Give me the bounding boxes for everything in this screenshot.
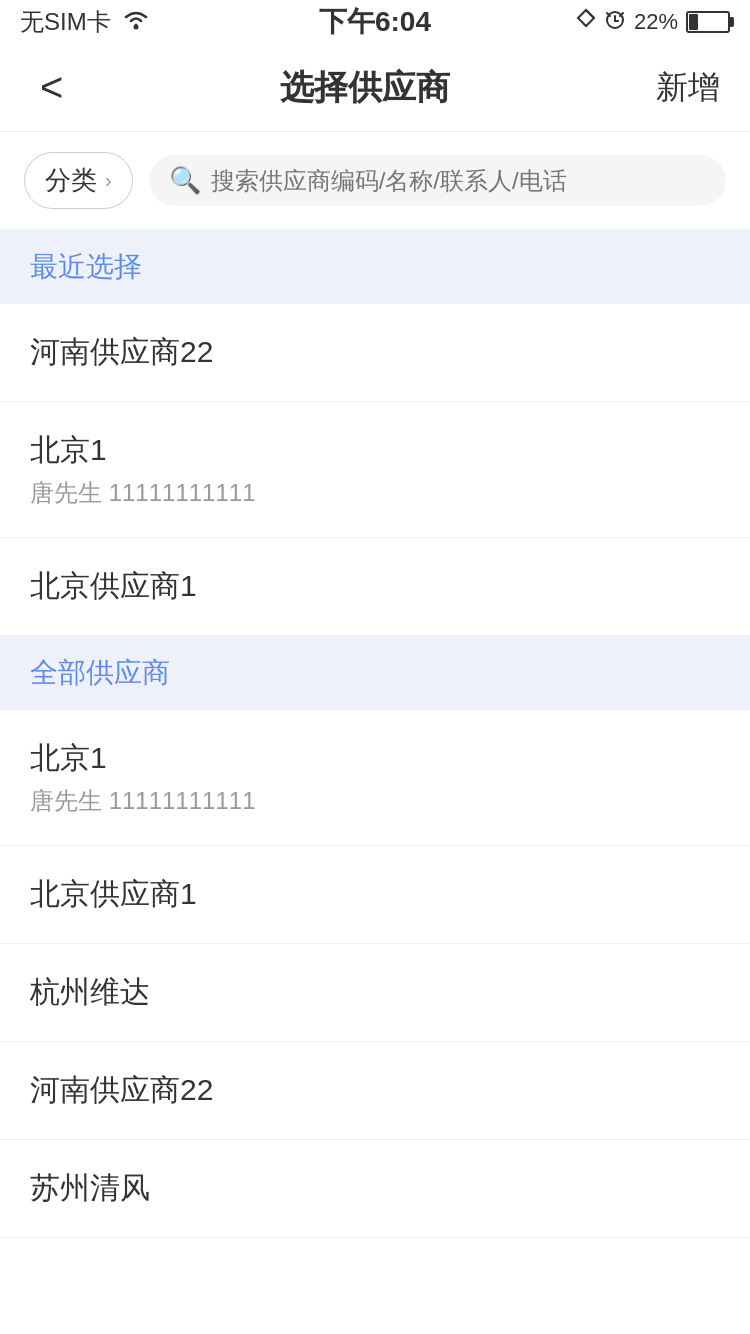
list-item[interactable]: 杭州维达 — [0, 944, 750, 1042]
item-name: 河南供应商22 — [30, 332, 720, 373]
all-list: 北京1 唐先生 11111111111 北京供应商1 杭州维达 河南供应商22 … — [0, 710, 750, 1238]
status-time: 下午6:04 — [319, 3, 431, 41]
nav-bar: < 选择供应商 新增 — [0, 44, 750, 132]
item-name: 杭州维达 — [30, 972, 720, 1013]
location-icon — [576, 8, 596, 36]
list-item[interactable]: 北京1 唐先生 11111111111 — [0, 710, 750, 846]
recent-section-title: 最近选择 — [30, 251, 142, 282]
list-item[interactable]: 北京1 唐先生 11111111111 — [0, 402, 750, 538]
category-button[interactable]: 分类 › — [24, 152, 133, 209]
carrier-text: 无SIM卡 — [20, 6, 111, 38]
item-contact: 唐先生 11111111111 — [30, 477, 720, 509]
item-name: 北京1 — [30, 738, 720, 779]
item-name: 北京1 — [30, 430, 720, 471]
status-bar: 无SIM卡 下午6:04 — [0, 0, 750, 44]
category-label: 分类 — [45, 163, 97, 198]
search-box: 🔍 — [149, 155, 726, 206]
all-section-header: 全部供应商 — [0, 636, 750, 710]
page-title: 选择供应商 — [280, 65, 450, 111]
battery-icon — [686, 11, 730, 33]
alarm-icon — [604, 8, 626, 36]
add-button[interactable]: 新增 — [656, 66, 720, 110]
list-item[interactable]: 河南供应商22 — [0, 304, 750, 402]
search-input[interactable] — [211, 167, 706, 195]
list-item[interactable]: 北京供应商1 — [0, 846, 750, 944]
back-button[interactable]: < — [30, 55, 73, 120]
wifi-icon — [121, 8, 151, 36]
item-name: 苏州清风 — [30, 1168, 720, 1209]
status-right: 22% — [576, 8, 730, 36]
recent-section-header: 最近选择 — [0, 230, 750, 304]
list-item[interactable]: 河南供应商22 — [0, 1042, 750, 1140]
status-left: 无SIM卡 — [20, 6, 151, 38]
search-icon: 🔍 — [169, 165, 201, 196]
recent-list: 河南供应商22 北京1 唐先生 11111111111 北京供应商1 — [0, 304, 750, 636]
item-name: 北京供应商1 — [30, 566, 720, 607]
list-item[interactable]: 苏州清风 — [0, 1140, 750, 1238]
item-name: 北京供应商1 — [30, 874, 720, 915]
svg-point-0 — [133, 25, 138, 30]
all-section-title: 全部供应商 — [30, 657, 170, 688]
item-name: 河南供应商22 — [30, 1070, 720, 1111]
filter-bar: 分类 › 🔍 — [0, 132, 750, 230]
list-item[interactable]: 北京供应商1 — [0, 538, 750, 636]
chevron-right-icon: › — [105, 169, 112, 192]
item-contact: 唐先生 11111111111 — [30, 785, 720, 817]
battery-percent: 22% — [634, 9, 678, 35]
